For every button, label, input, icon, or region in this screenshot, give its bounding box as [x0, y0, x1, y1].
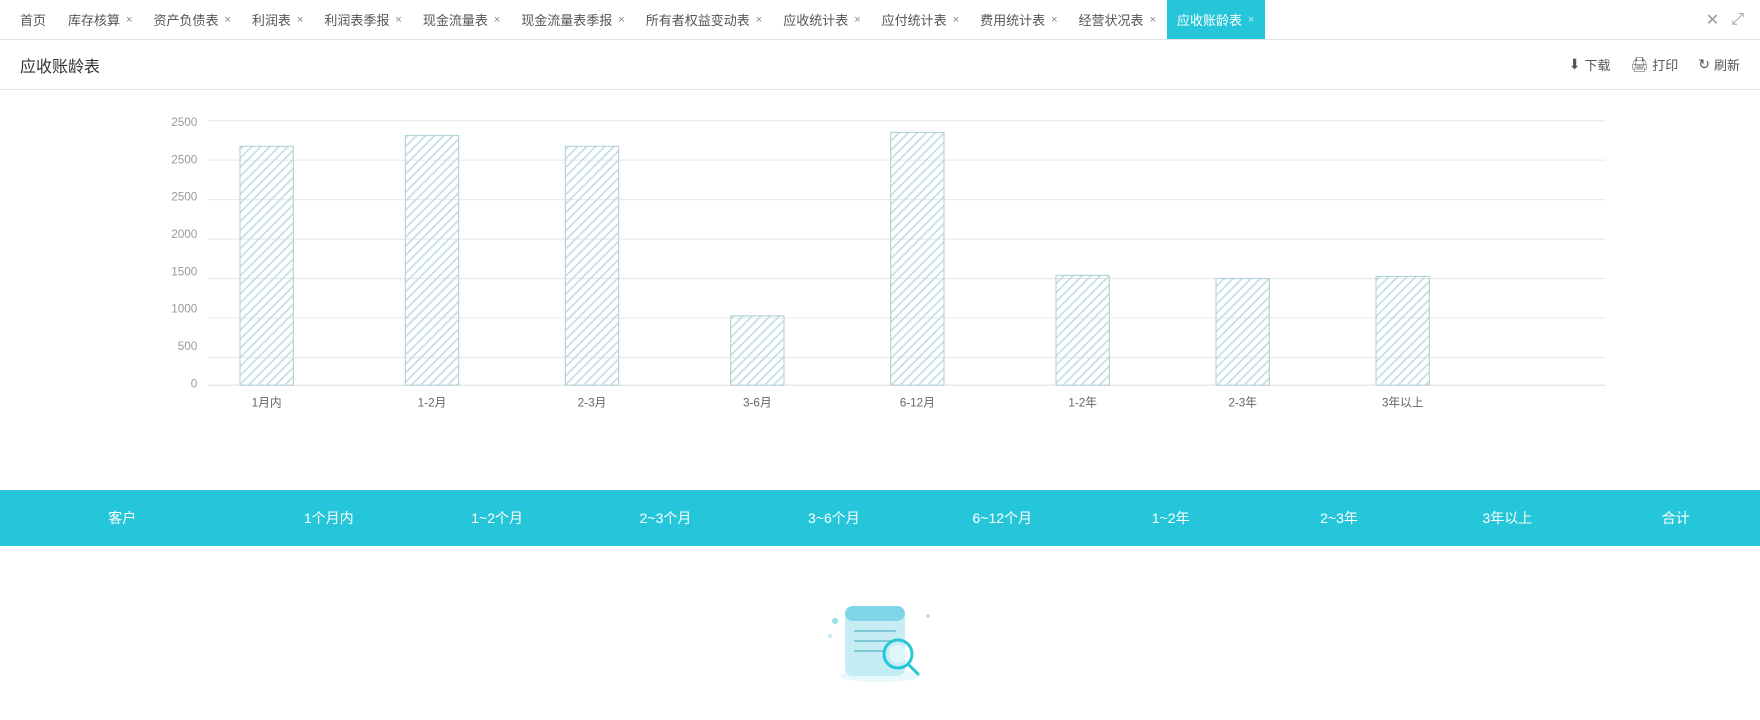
- bar-1-month: [240, 146, 293, 385]
- col-customer: 客户: [0, 508, 245, 528]
- tab-profit[interactable]: 利润表 ×: [242, 0, 314, 40]
- download-icon: ⬇: [1569, 56, 1581, 73]
- svg-text:2-3年: 2-3年: [1228, 396, 1257, 410]
- tab-expense-stat-close[interactable]: ×: [1051, 14, 1057, 26]
- page-header: 应收账龄表 ⬇ 下载 🖨 打印 ↻ 刷新: [0, 40, 1760, 90]
- svg-text:1500: 1500: [171, 265, 198, 278]
- empty-illustration: [820, 586, 940, 686]
- bar-2-3-month: [565, 146, 618, 385]
- tab-cash-flow-quarter-label: 现金流量表季报: [521, 10, 612, 29]
- bar-chart: 2500 2500 2500 2000 1500 1000 500 0: [40, 110, 1720, 430]
- tab-ar-stat-label: 应收统计表: [783, 10, 848, 29]
- tab-home[interactable]: 首页: [8, 0, 58, 40]
- table-header: 客户 1个月内 1~2个月 2~3个月 3~6个月 6~12个月 1~2年 2~…: [0, 490, 1760, 546]
- col-6-12month: 6~12个月: [918, 508, 1086, 528]
- tab-profit-quarter-label: 利润表季报: [324, 10, 389, 29]
- svg-text:2500: 2500: [171, 116, 198, 129]
- window-maximize-btn[interactable]: ⤢: [1731, 11, 1744, 29]
- col-1month: 1个月内: [245, 508, 413, 528]
- tab-ar-stat[interactable]: 应收统计表 ×: [773, 0, 871, 40]
- tab-cash-flow-close[interactable]: ×: [494, 14, 500, 26]
- tab-cash-flow-quarter-close[interactable]: ×: [618, 14, 624, 26]
- tab-balance-sheet-close[interactable]: ×: [224, 14, 230, 26]
- download-label: 下载: [1584, 55, 1610, 74]
- tab-bar: 首页 库存核算 × 资产负债表 × 利润表 × 利润表季报 × 现金流量表 × …: [0, 0, 1760, 40]
- svg-text:6-12月: 6-12月: [900, 397, 935, 410]
- bar-3plus-year: [1376, 276, 1429, 385]
- tab-profit-label: 利润表: [252, 10, 291, 29]
- svg-text:1月内: 1月内: [252, 396, 282, 410]
- main-content: 2500 2500 2500 2000 1500 1000 500 0: [0, 90, 1760, 720]
- print-button[interactable]: 🖨 打印: [1630, 55, 1678, 74]
- tab-equity-label: 所有者权益变动表: [646, 10, 750, 29]
- bar-2-3-year: [1216, 279, 1269, 386]
- tab-cash-flow-quarter[interactable]: 现金流量表季报 ×: [511, 0, 635, 40]
- chart-area: 2500 2500 2500 2000 1500 1000 500 0: [0, 90, 1760, 490]
- bar-6-12-month: [891, 132, 944, 385]
- tab-balance-sheet-label: 资产负债表: [153, 10, 218, 29]
- col-1-2year: 1~2年: [1086, 508, 1254, 528]
- tab-inventory[interactable]: 库存核算 ×: [58, 0, 143, 40]
- window-controls: ✕ ⤢: [1706, 10, 1752, 30]
- svg-text:0: 0: [191, 377, 198, 390]
- bar-1-2-month: [405, 136, 458, 386]
- svg-text:2-3月: 2-3月: [578, 397, 607, 410]
- tab-inventory-close[interactable]: ×: [126, 14, 132, 26]
- tab-profit-quarter-close[interactable]: ×: [395, 14, 401, 26]
- tab-ar-aging-label: 应收账龄表: [1177, 10, 1242, 29]
- refresh-button[interactable]: ↻ 刷新: [1698, 55, 1740, 74]
- window-close-btn[interactable]: ✕: [1706, 10, 1719, 30]
- tab-operation-label: 经营状况表: [1079, 10, 1144, 29]
- tab-expense-stat[interactable]: 费用统计表 ×: [970, 0, 1068, 40]
- col-3-6month: 3~6个月: [750, 508, 918, 528]
- col-2-3month: 2~3个月: [581, 508, 749, 528]
- bar-1-2-year: [1056, 275, 1109, 385]
- print-label: 打印: [1652, 55, 1678, 74]
- tab-ar-stat-close[interactable]: ×: [854, 14, 860, 26]
- tab-inventory-label: 库存核算: [68, 10, 120, 29]
- svg-text:1000: 1000: [171, 303, 198, 316]
- svg-text:3年以上: 3年以上: [1382, 396, 1424, 410]
- svg-text:1-2月: 1-2月: [418, 397, 447, 410]
- svg-text:2000: 2000: [171, 228, 198, 241]
- col-2-3year: 2~3年: [1255, 508, 1423, 528]
- tab-profit-close[interactable]: ×: [297, 14, 303, 26]
- tab-expense-stat-label: 费用统计表: [980, 10, 1045, 29]
- tab-balance-sheet[interactable]: 资产负债表 ×: [143, 0, 241, 40]
- tab-ar-aging[interactable]: 应收账龄表 ×: [1167, 0, 1265, 40]
- tab-ar-aging-close[interactable]: ×: [1248, 14, 1254, 26]
- tab-cash-flow[interactable]: 现金流量表 ×: [413, 0, 511, 40]
- refresh-label: 刷新: [1714, 55, 1740, 74]
- page-title: 应收账龄表: [20, 53, 100, 77]
- svg-text:2500: 2500: [171, 153, 198, 166]
- tab-operation-close[interactable]: ×: [1150, 14, 1156, 26]
- refresh-icon: ↻: [1698, 56, 1710, 73]
- download-button[interactable]: ⬇ 下载: [1569, 55, 1611, 74]
- tab-operation[interactable]: 经营状况表 ×: [1069, 0, 1167, 40]
- svg-text:2500: 2500: [171, 191, 198, 204]
- svg-text:500: 500: [178, 340, 198, 353]
- col-3plus-year: 3年以上: [1423, 508, 1591, 528]
- tab-cash-flow-label: 现金流量表: [423, 10, 488, 29]
- col-total: 合计: [1592, 508, 1760, 528]
- bar-3-6-month: [731, 316, 784, 385]
- tab-equity-close[interactable]: ×: [756, 14, 762, 26]
- tab-ap-stat-label: 应付统计表: [882, 10, 947, 29]
- tab-profit-quarter[interactable]: 利润表季报 ×: [314, 0, 412, 40]
- print-icon: 🖨: [1630, 56, 1648, 73]
- svg-text:3-6月: 3-6月: [743, 397, 772, 410]
- header-actions: ⬇ 下载 🖨 打印 ↻ 刷新: [1569, 55, 1740, 74]
- tab-ap-stat[interactable]: 应付统计表 ×: [872, 0, 970, 40]
- svg-text:1-2年: 1-2年: [1068, 396, 1097, 410]
- tab-home-label: 首页: [20, 10, 46, 29]
- tab-equity[interactable]: 所有者权益变动表 ×: [636, 0, 773, 40]
- col-1-2month: 1~2个月: [413, 508, 581, 528]
- tab-ap-stat-close[interactable]: ×: [953, 14, 959, 26]
- empty-state: [0, 546, 1760, 720]
